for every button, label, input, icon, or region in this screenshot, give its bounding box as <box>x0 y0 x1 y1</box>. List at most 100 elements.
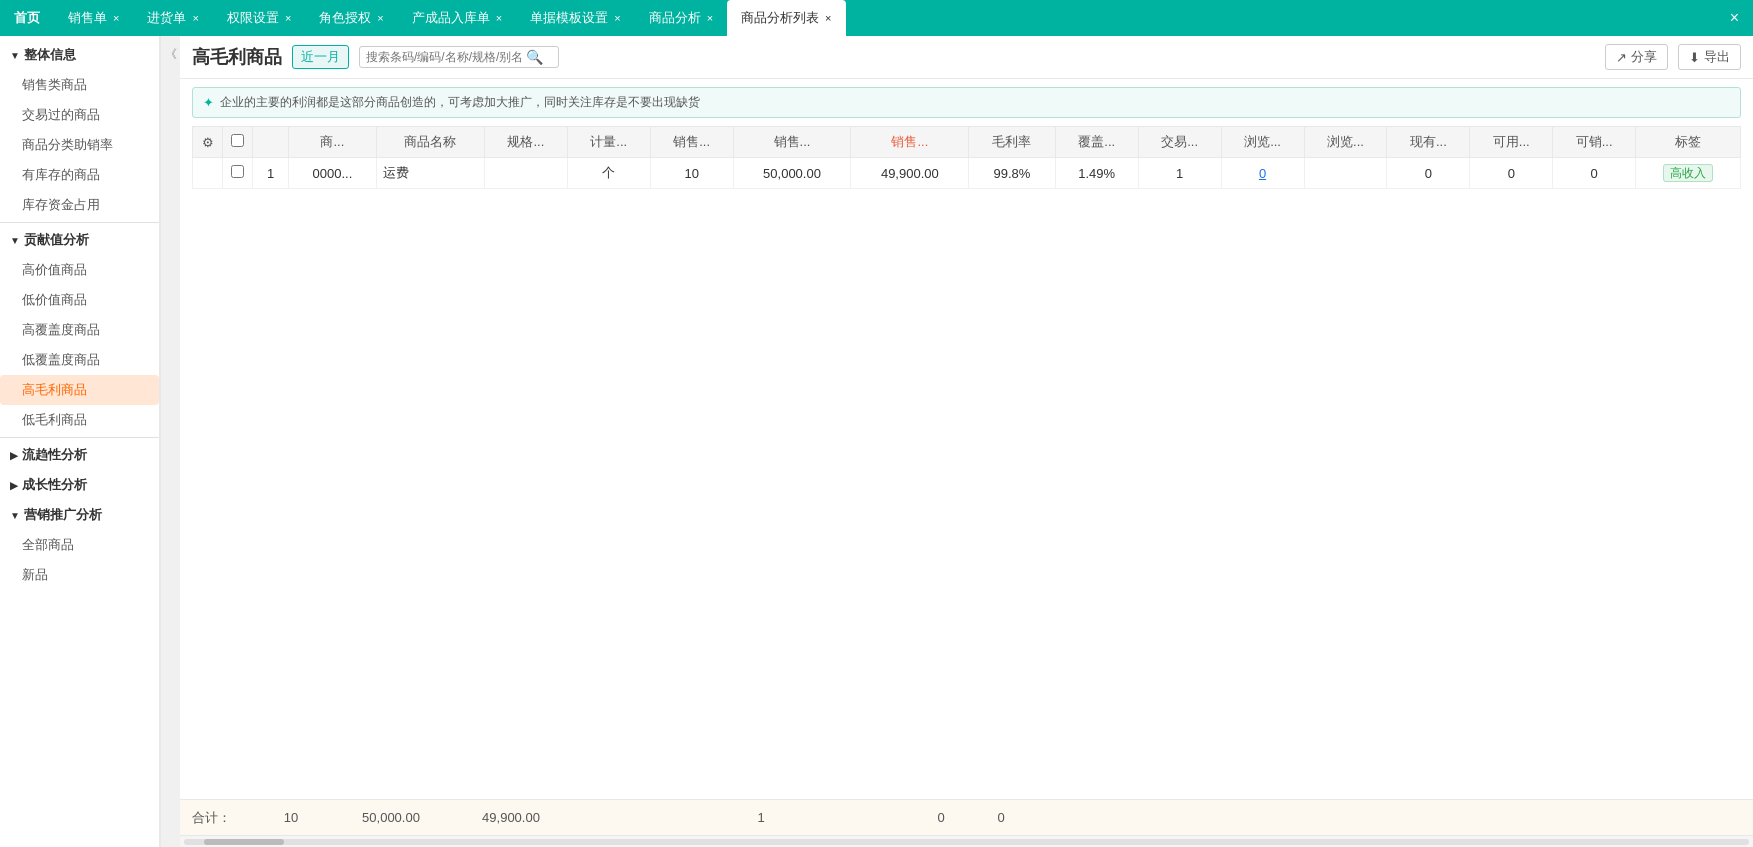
sidebar-item-category-rate[interactable]: 商品分类助销率 <box>0 130 159 160</box>
notice-icon: ✦ <box>203 95 214 110</box>
nav-tab-product-in-label: 产成品入库单 <box>412 9 490 27</box>
sidebar-section-growth-label: 成长性分析 <box>22 476 87 494</box>
top-nav: 首页 销售单 × 进货单 × 权限设置 × 角色授权 × 产成品入库单 × 单据… <box>0 0 1753 36</box>
footer-current: 0 <box>911 810 971 825</box>
col-view1[interactable]: 浏览... <box>1221 127 1304 158</box>
sidebar-section-trend-label: 流趋性分析 <box>22 446 87 464</box>
nav-tab-permission-close[interactable]: × <box>285 12 291 24</box>
nav-tab-purchase-label: 进货单 <box>147 9 186 27</box>
nav-tab-home[interactable]: 首页 <box>0 0 54 36</box>
col-available[interactable]: 可用... <box>1470 127 1553 158</box>
footer-trade: 1 <box>731 810 791 825</box>
sidebar-section-contribution-label: 贡献值分析 <box>24 231 89 249</box>
nav-tab-product-in-close[interactable]: × <box>496 12 502 24</box>
cell-sales-profit: 49,900.00 <box>851 158 969 189</box>
search-icon[interactable]: 🔍 <box>526 49 543 65</box>
nav-tab-analysis-close[interactable]: × <box>707 12 713 24</box>
sidebar-item-high-coverage[interactable]: 高覆盖度商品 <box>0 315 159 345</box>
footer-spacer2 <box>651 810 731 825</box>
nav-tab-sales-close[interactable]: × <box>113 12 119 24</box>
sidebar-item-low-margin[interactable]: 低毛利商品 <box>0 405 159 435</box>
sidebar-section-contribution[interactable]: ▼ 贡献值分析 <box>0 225 159 255</box>
sidebar-section-overall[interactable]: ▼ 整体信息 <box>0 40 159 70</box>
sidebar-item-traded-goods[interactable]: 交易过的商品 <box>0 100 159 130</box>
nav-close-all[interactable]: × <box>1716 9 1753 27</box>
panel-header: 高毛利商品 近一月 🔍 ↗ 分享 ⬇ 导出 <box>180 36 1753 79</box>
col-unit[interactable]: 计量... <box>567 127 650 158</box>
main-content: ▼ 整体信息 销售类商品 交易过的商品 商品分类助销率 有库存的商品 库存资金占… <box>0 36 1753 847</box>
sidebar-item-stock-capital[interactable]: 库存资金占用 <box>0 190 159 220</box>
nav-tab-sales[interactable]: 销售单 × <box>54 0 133 36</box>
col-code[interactable]: 商... <box>289 127 377 158</box>
cell-available: 0 <box>1470 158 1553 189</box>
nav-tab-permission-label: 权限设置 <box>227 9 279 27</box>
sidebar-item-high-value[interactable]: 高价值商品 <box>0 255 159 285</box>
table-header-row: ⚙ 商... 商品名称 规格... 计量... 销售... 销售... 销售..… <box>193 127 1741 158</box>
cell-sales-amount: 50,000.00 <box>733 158 851 189</box>
share-label: 分享 <box>1631 48 1657 66</box>
arrow-icon-3: ▶ <box>10 450 18 461</box>
col-gross-rate[interactable]: 毛利率 <box>969 127 1055 158</box>
sidebar-item-in-stock[interactable]: 有库存的商品 <box>0 160 159 190</box>
nav-tab-role[interactable]: 角色授权 × <box>305 0 397 36</box>
col-checkbox[interactable] <box>223 127 253 158</box>
table-wrapper[interactable]: ⚙ 商... 商品名称 规格... 计量... 销售... 销售... 销售..… <box>180 126 1753 799</box>
col-tag[interactable]: 标签 <box>1636 127 1741 158</box>
sidebar-section-marketing[interactable]: ▼ 营销推广分析 <box>0 500 159 530</box>
panel-title: 高毛利商品 <box>192 45 282 69</box>
sidebar-section-growth[interactable]: ▶ 成长性分析 <box>0 470 159 500</box>
col-current[interactable]: 现有... <box>1387 127 1470 158</box>
nav-tab-template-close[interactable]: × <box>614 12 620 24</box>
sidebar-collapse-btn[interactable]: 《 <box>160 36 180 847</box>
scrollbar-thumb[interactable] <box>204 839 284 845</box>
col-name[interactable]: 商品名称 <box>376 127 484 158</box>
cell-checkbox[interactable] <box>223 158 253 189</box>
col-settings[interactable]: ⚙ <box>193 127 223 158</box>
nav-tab-permission[interactable]: 权限设置 × <box>213 0 305 36</box>
cell-view1[interactable]: 0 <box>1221 158 1304 189</box>
share-button[interactable]: ↗ 分享 <box>1605 44 1668 70</box>
arrow-icon-4: ▶ <box>10 480 18 491</box>
col-view2[interactable]: 浏览... <box>1304 127 1387 158</box>
col-sales-qty[interactable]: 销售... <box>650 127 733 158</box>
cell-sales-qty: 10 <box>650 158 733 189</box>
sidebar-item-new-goods[interactable]: 新品 <box>0 560 159 590</box>
sidebar-item-high-margin[interactable]: 高毛利商品 <box>0 375 159 405</box>
cell-gross-rate: 99.8% <box>969 158 1055 189</box>
cell-settings <box>193 158 223 189</box>
col-sales-profit[interactable]: 销售... <box>851 127 969 158</box>
col-saleable[interactable]: 可销... <box>1553 127 1636 158</box>
nav-tab-product-in[interactable]: 产成品入库单 × <box>398 0 516 36</box>
footer-available: 0 <box>971 810 1031 825</box>
sidebar-item-low-coverage[interactable]: 低覆盖度商品 <box>0 345 159 375</box>
col-trade[interactable]: 交易... <box>1138 127 1221 158</box>
nav-tab-analysis[interactable]: 商品分析 × <box>635 0 727 36</box>
sidebar-item-sales-goods[interactable]: 销售类商品 <box>0 70 159 100</box>
sidebar-section-trend[interactable]: ▶ 流趋性分析 <box>0 440 159 470</box>
row-checkbox[interactable] <box>231 165 244 178</box>
cell-view2 <box>1304 158 1387 189</box>
scrollbar-row <box>180 835 1753 847</box>
nav-tab-template[interactable]: 单据模板设置 × <box>516 0 634 36</box>
cell-saleable: 0 <box>1553 158 1636 189</box>
nav-tab-analysis-list-close[interactable]: × <box>825 12 831 24</box>
col-spec[interactable]: 规格... <box>484 127 567 158</box>
nav-tab-template-label: 单据模板设置 <box>530 9 608 27</box>
filter-recent-month[interactable]: 近一月 <box>292 45 349 69</box>
col-sales-amount[interactable]: 销售... <box>733 127 851 158</box>
nav-tab-role-close[interactable]: × <box>377 12 383 24</box>
nav-tab-role-label: 角色授权 <box>319 9 371 27</box>
select-all-checkbox[interactable] <box>231 134 244 147</box>
export-icon: ⬇ <box>1689 50 1700 65</box>
nav-tab-analysis-list[interactable]: 商品分析列表 × <box>727 0 845 36</box>
sidebar-item-all-goods[interactable]: 全部商品 <box>0 530 159 560</box>
export-button[interactable]: ⬇ 导出 <box>1678 44 1741 70</box>
nav-tab-purchase-close[interactable]: × <box>192 12 198 24</box>
footer-label: 合计： <box>192 809 231 827</box>
sidebar-item-low-value[interactable]: 低价值商品 <box>0 285 159 315</box>
search-input[interactable] <box>366 50 526 64</box>
arrow-icon-5: ▼ <box>10 510 20 521</box>
col-coverage[interactable]: 覆盖... <box>1055 127 1138 158</box>
share-icon: ↗ <box>1616 50 1627 65</box>
nav-tab-purchase[interactable]: 进货单 × <box>133 0 212 36</box>
